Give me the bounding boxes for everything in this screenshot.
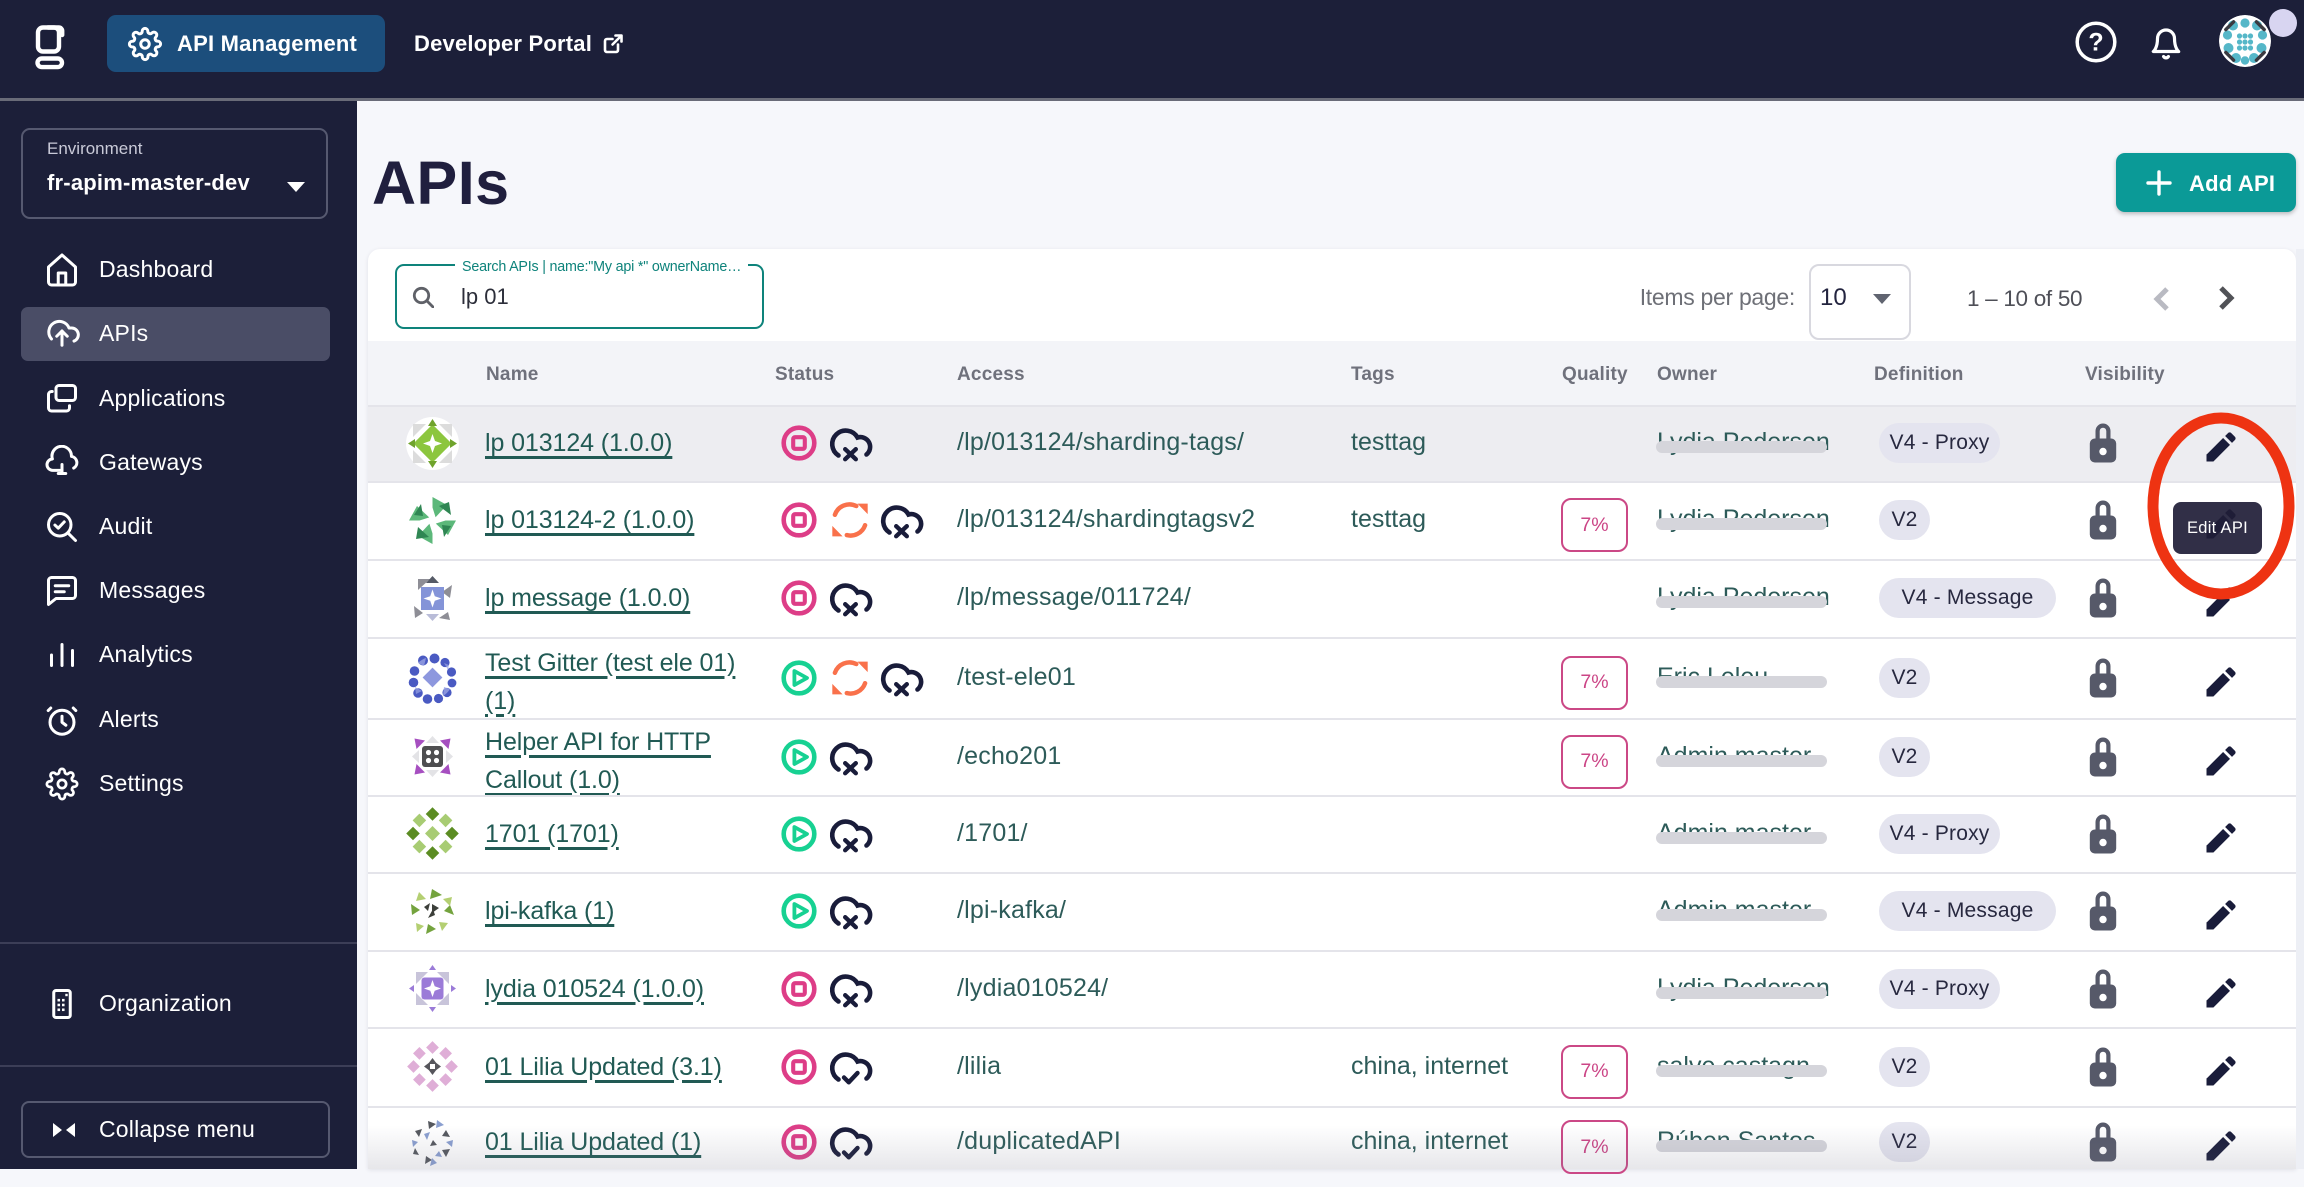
- svg-text:?: ?: [2088, 29, 2103, 57]
